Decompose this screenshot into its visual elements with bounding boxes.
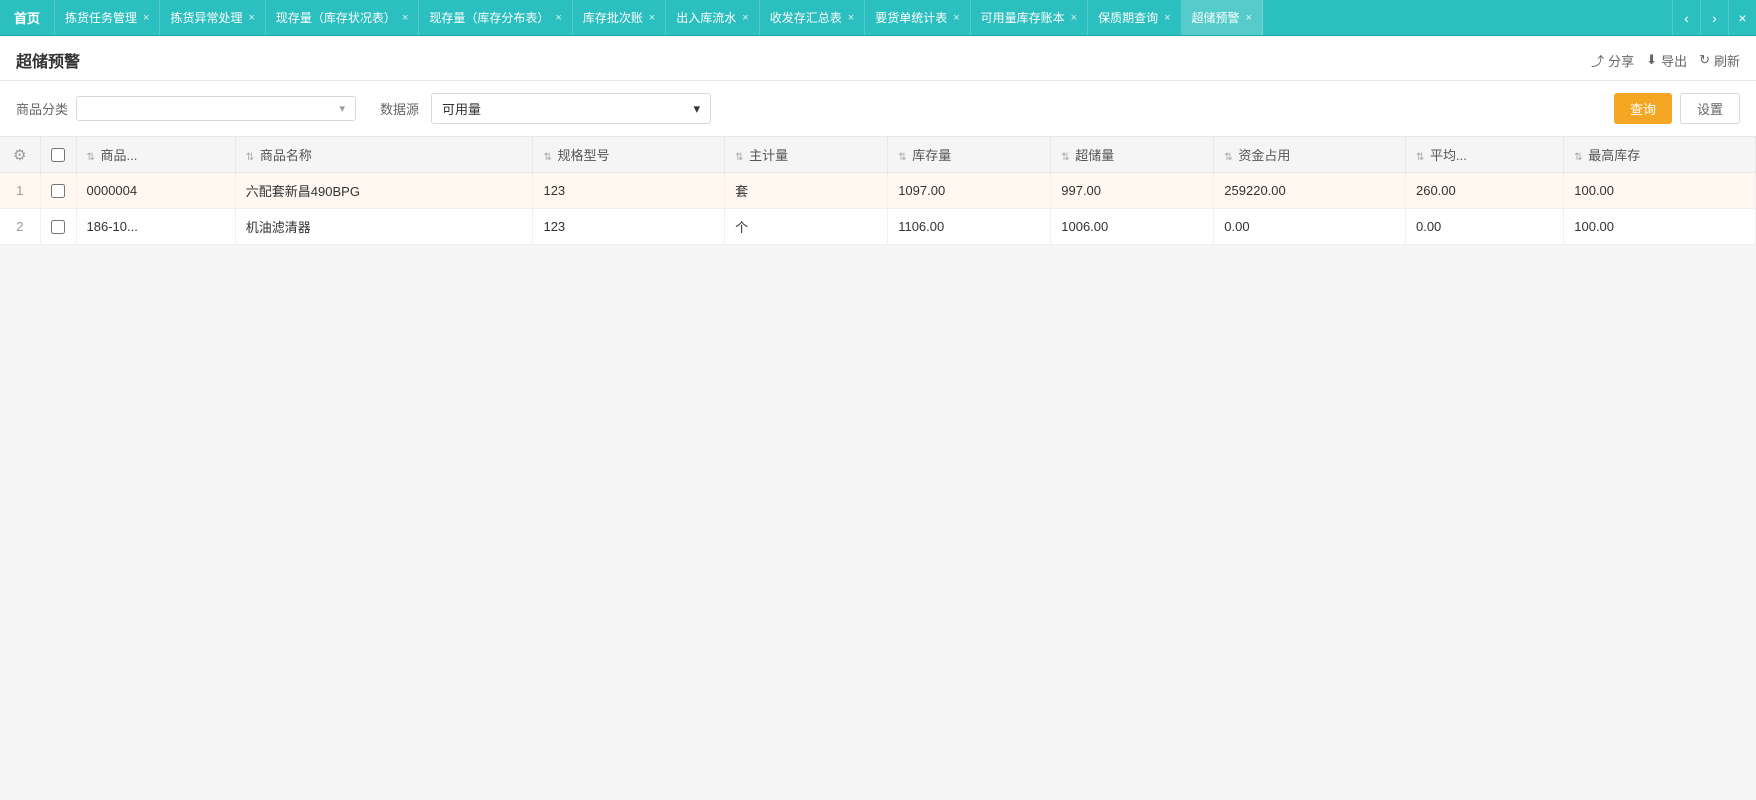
nav-tab-kucunpici[interactable]: 库存批次账 × <box>573 0 666 35</box>
col-header-avg[interactable]: ⇅ 平均... <box>1405 137 1563 173</box>
share-icon: ⤴ <box>1591 51 1604 70</box>
datasource-select[interactable]: 可用量 ▾ <box>431 93 711 124</box>
close-tab-4-icon[interactable]: × <box>649 12 655 24</box>
share-button[interactable]: ⤴ 分享 <box>1591 51 1634 70</box>
nav-tab-baozhi[interactable]: 保质期查询 × <box>1088 0 1181 35</box>
page-header: 超储预警 ⤴ 分享 ⬇ 导出 ↻ 刷新 <box>0 36 1756 81</box>
table-header-row: ⚙ ⇅ 商品... ⇅ 商品名称 ⇅ 规格型号 <box>0 137 1756 173</box>
nav-arrows: ‹ › × <box>1672 0 1756 35</box>
nav-arrow-left[interactable]: ‹ <box>1672 0 1700 35</box>
close-tab-1-icon[interactable]: × <box>248 12 254 24</box>
header-actions: ⤴ 分享 ⬇ 导出 ↻ 刷新 <box>1591 51 1740 70</box>
row-product-code-1: 186-10... <box>76 209 235 245</box>
product-category-label: 商品分类 <box>16 99 68 118</box>
close-tab-10-icon[interactable]: × <box>1246 12 1252 24</box>
export-button[interactable]: ⬇ 导出 <box>1646 51 1687 70</box>
select-all-checkbox[interactable] <box>51 148 65 162</box>
settings-button[interactable]: 设置 <box>1680 93 1740 124</box>
col-header-gear: ⚙ <box>0 137 40 173</box>
row-num-0: 1 <box>0 173 40 209</box>
table-row: 1 0000004 六配套新昌490BPG 123 套 1097.00 997.… <box>0 173 1756 209</box>
col-header-spec[interactable]: ⇅ 规格型号 <box>533 137 725 173</box>
filter-area: 商品分类 ▾ 数据源 可用量 ▾ 查询 设置 <box>0 81 1756 137</box>
product-category-dropdown-icon: ▾ <box>339 102 345 115</box>
export-icon: ⬇ <box>1646 52 1657 68</box>
row-capital-0: 259220.00 <box>1214 173 1406 209</box>
row-product-name-0: 六配套新昌490BPG <box>235 173 533 209</box>
datasource-dropdown-icon: ▾ <box>694 101 701 117</box>
row-over-stock-0: 997.00 <box>1051 173 1214 209</box>
close-tab-6-icon[interactable]: × <box>848 12 854 24</box>
col-header-product-name[interactable]: ⇅ 商品名称 <box>235 137 533 173</box>
row-unit-0: 套 <box>725 173 888 209</box>
row-checkbox-1 <box>40 209 76 245</box>
nav-tab-xiancunliang1[interactable]: 现存量（库存状况表） × <box>266 0 419 35</box>
nav-tab-shoufacun[interactable]: 收发存汇总表 × <box>760 0 865 35</box>
table-row: 2 186-10... 机油滤清器 123 个 1106.00 1006.00 … <box>0 209 1756 245</box>
nav-tab-chaochuyujing[interactable]: 超储预警 × <box>1182 0 1263 35</box>
row-unit-1: 个 <box>725 209 888 245</box>
row-spec-0: 123 <box>533 173 725 209</box>
close-tab-0-icon[interactable]: × <box>143 12 149 24</box>
row-select-0[interactable] <box>51 184 65 198</box>
nav-tab-keyongliang[interactable]: 可用量库存账本 × <box>971 0 1088 35</box>
nav-tab-yaohuo[interactable]: 要货单统计表 × <box>865 0 970 35</box>
row-checkbox-0 <box>40 173 76 209</box>
col-header-stock[interactable]: ⇅ 库存量 <box>888 137 1051 173</box>
col-header-over-stock[interactable]: ⇅ 超储量 <box>1051 137 1214 173</box>
nav-tab-jianhuorenwu[interactable]: 拣货任务管理 × <box>55 0 160 35</box>
top-navigation: 首页 拣货任务管理 × 拣货异常处理 × 现存量（库存状况表） × 现存量（库存… <box>0 0 1756 36</box>
table-settings-icon[interactable]: ⚙ <box>13 147 26 164</box>
row-spec-1: 123 <box>533 209 725 245</box>
nav-tab-jianhuoyichang[interactable]: 拣货异常处理 × <box>160 0 265 35</box>
product-category-filter: 商品分类 ▾ <box>16 96 356 121</box>
datasource-filter: 数据源 可用量 ▾ <box>380 93 711 124</box>
col-header-capital[interactable]: ⇅ 资金占用 <box>1214 137 1406 173</box>
nav-tab-churuku[interactable]: 出入库流水 × <box>666 0 759 35</box>
close-tab-3-icon[interactable]: × <box>555 12 561 24</box>
row-avg-0: 260.00 <box>1405 173 1563 209</box>
row-avg-1: 0.00 <box>1405 209 1563 245</box>
product-category-select[interactable]: ▾ <box>76 96 356 121</box>
nav-tab-xiancunliang2[interactable]: 现存量（库存分布表） × <box>419 0 572 35</box>
col-header-checkbox <box>40 137 76 173</box>
close-tab-7-icon[interactable]: × <box>953 12 959 24</box>
close-tab-5-icon[interactable]: × <box>742 12 748 24</box>
refresh-icon: ↻ <box>1699 52 1710 68</box>
refresh-button[interactable]: ↻ 刷新 <box>1699 51 1740 70</box>
row-over-stock-1: 1006.00 <box>1051 209 1214 245</box>
table-container: ⚙ ⇅ 商品... ⇅ 商品名称 ⇅ 规格型号 <box>0 137 1756 245</box>
close-tab-9-icon[interactable]: × <box>1164 12 1170 24</box>
datasource-value: 可用量 <box>442 99 481 118</box>
query-button[interactable]: 查询 <box>1614 93 1672 124</box>
filter-buttons: 查询 设置 <box>1614 93 1740 124</box>
col-header-unit[interactable]: ⇅ 主计量 <box>725 137 888 173</box>
row-product-code-0: 0000004 <box>76 173 235 209</box>
datasource-label: 数据源 <box>380 99 419 118</box>
row-stock-1: 1106.00 <box>888 209 1051 245</box>
close-tab-2-icon[interactable]: × <box>402 12 408 24</box>
col-header-product-code[interactable]: ⇅ 商品... <box>76 137 235 173</box>
col-header-max-stock[interactable]: ⇅ 最高库存 <box>1564 137 1756 173</box>
row-max-stock-0: 100.00 <box>1564 173 1756 209</box>
nav-home[interactable]: 首页 <box>0 0 55 35</box>
row-select-1[interactable] <box>51 220 65 234</box>
table-body: 1 0000004 六配套新昌490BPG 123 套 1097.00 997.… <box>0 173 1756 245</box>
nav-arrow-right[interactable]: › <box>1700 0 1728 35</box>
page-title: 超储预警 <box>16 48 80 72</box>
row-capital-1: 0.00 <box>1214 209 1406 245</box>
row-max-stock-1: 100.00 <box>1564 209 1756 245</box>
close-tab-8-icon[interactable]: × <box>1071 12 1077 24</box>
row-num-1: 2 <box>0 209 40 245</box>
row-stock-0: 1097.00 <box>888 173 1051 209</box>
row-product-name-1: 机油滤清器 <box>235 209 533 245</box>
nav-close-btn[interactable]: × <box>1728 0 1756 35</box>
data-table: ⚙ ⇅ 商品... ⇅ 商品名称 ⇅ 规格型号 <box>0 137 1756 245</box>
